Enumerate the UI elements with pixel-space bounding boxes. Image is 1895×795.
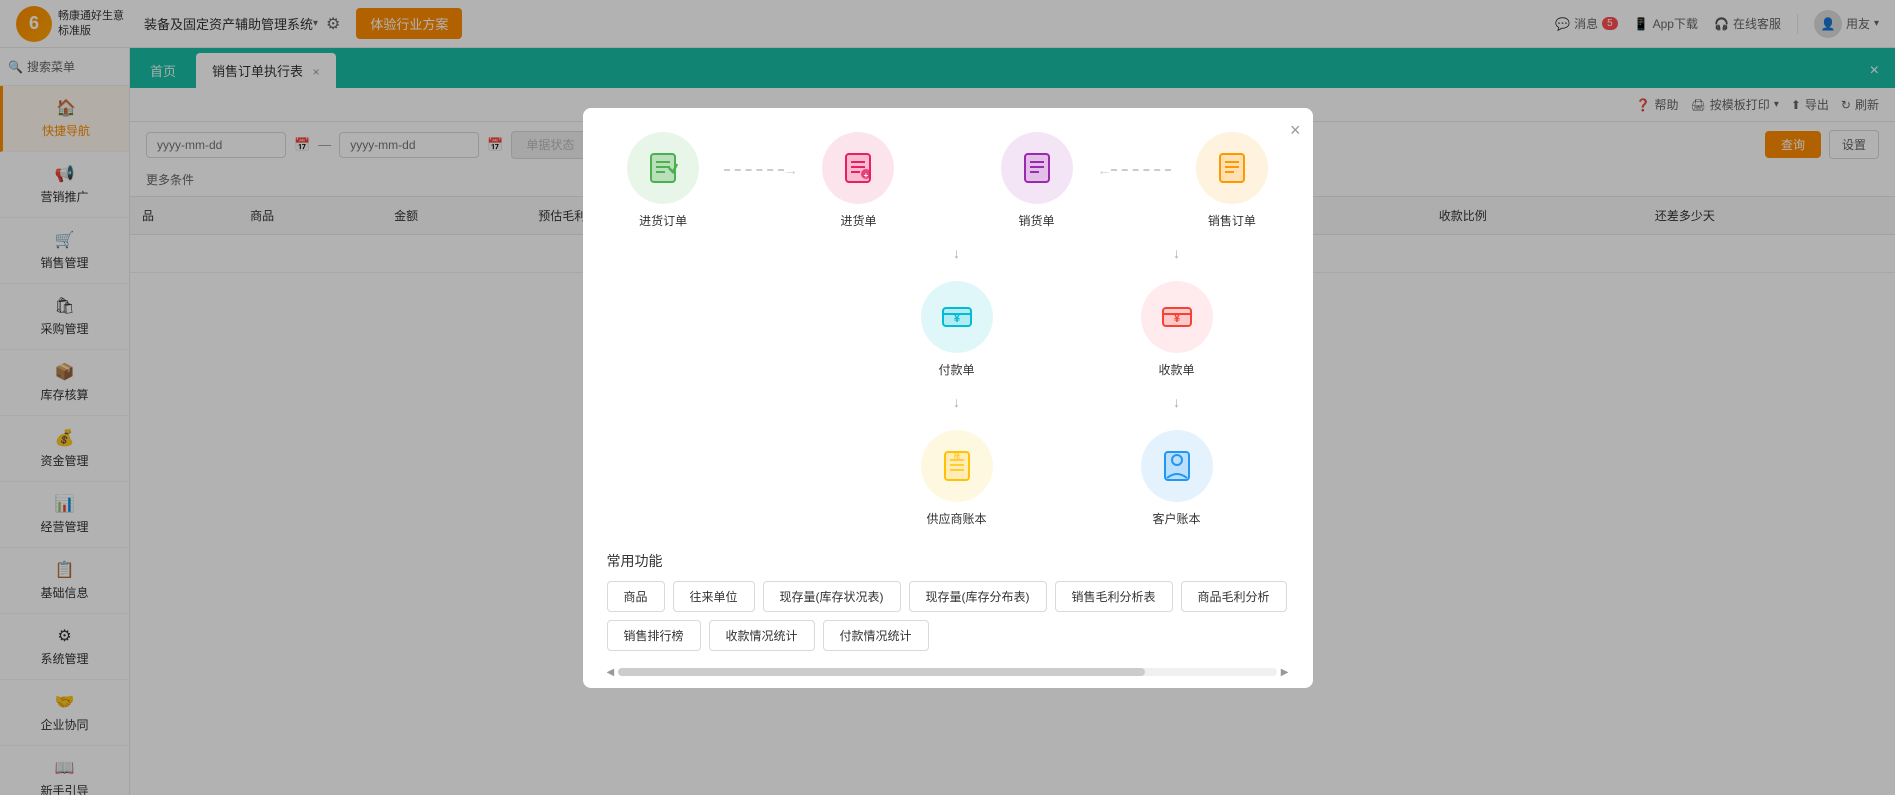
flow-node-payment-bill[interactable]: ¥ 付款单 — [887, 281, 1027, 378]
sales-bill-label: 销货单 — [1019, 212, 1055, 229]
flow-node-receipt-bill[interactable]: ¥ 收款单 — [1107, 281, 1247, 378]
scroll-thumb — [618, 668, 1145, 676]
flow-row-2: ¥ 付款单 ¥ — [607, 281, 1289, 378]
purchase-order-icon — [647, 152, 679, 184]
arrow-sales-order-to-bill: ← — [1093, 162, 1175, 178]
payment-bill-icon: ¥ — [941, 301, 973, 333]
arrow-down-receipt: ↓ — [1107, 394, 1247, 414]
purchase-order-label: 进货订单 — [639, 212, 687, 229]
modal-scroll-bar: ◀ ▶ — [607, 667, 1289, 678]
common-btn-product[interactable]: 商品 — [607, 581, 665, 612]
flow-arrows-down-2: ↓ ↓ — [607, 394, 1289, 414]
payment-bill-circle: ¥ — [921, 281, 993, 353]
flow-node-purchase-bill[interactable]: + 进货单 — [802, 132, 915, 229]
flow-arrows-down: ↓ ↓ — [607, 245, 1289, 265]
sales-bill-circle — [1001, 132, 1073, 204]
scroll-right-arrow[interactable]: ▶ — [1281, 667, 1289, 678]
flow-node-sales-bill[interactable]: 销货单 — [980, 132, 1093, 229]
common-btn-product-gross[interactable]: 商品毛利分析 — [1181, 581, 1287, 612]
modal-overlay[interactable]: × 进货订单 — [0, 0, 1895, 795]
receipt-bill-circle: ¥ — [1141, 281, 1213, 353]
arrow-down-payment: ↓ — [887, 394, 1027, 414]
sales-order-circle — [1196, 132, 1268, 204]
flow-section: 进货订单 → — [607, 132, 1289, 527]
sales-order-icon — [1216, 152, 1248, 184]
svg-text:账: 账 — [953, 451, 960, 460]
receipt-bill-icon: ¥ — [1161, 301, 1193, 333]
scroll-track[interactable] — [618, 668, 1277, 676]
customer-account-label: 客户账本 — [1152, 510, 1200, 527]
supplier-account-label: 供应商账本 — [926, 510, 986, 527]
arrow-down-sales-bill: ↓ — [1107, 245, 1247, 265]
flow-node-purchase-order[interactable]: 进货订单 — [607, 132, 720, 229]
purchase-bill-circle: + — [822, 132, 894, 204]
common-btn-sales-gross[interactable]: 销售毛利分析表 — [1055, 581, 1173, 612]
common-functions-section: 常用功能 商品 往来单位 现存量(库存状况表) 现存量(库存分布表) 销售毛利分… — [607, 551, 1289, 651]
flow-row-1: 进货订单 → — [607, 132, 1289, 229]
modal-dialog: × 进货订单 — [583, 108, 1313, 688]
flow-node-supplier-account[interactable]: 账 供应商账本 — [887, 430, 1027, 527]
common-functions-title: 常用功能 — [607, 551, 1289, 571]
supplier-account-circle: 账 — [921, 430, 993, 502]
purchase-bill-icon: + — [842, 152, 874, 184]
arrow-purchase-to-bill: → — [720, 162, 802, 178]
flow-node-sales-order[interactable]: 销售订单 — [1175, 132, 1288, 229]
modal-close-button[interactable]: × — [1290, 120, 1301, 141]
common-btn-stock-status[interactable]: 现存量(库存状况表) — [763, 581, 901, 612]
purchase-order-circle — [627, 132, 699, 204]
common-btn-sales-ranking[interactable]: 销售排行榜 — [607, 620, 701, 651]
common-btn-payment-stats[interactable]: 付款情况统计 — [823, 620, 929, 651]
common-buttons-container: 商品 往来单位 现存量(库存状况表) 现存量(库存分布表) 销售毛利分析表 商品… — [607, 581, 1289, 612]
flow-row-3: 账 供应商账本 客户 — [607, 430, 1289, 527]
arrow-down-purchase-bill: ↓ — [887, 245, 1027, 265]
common-btn-receipt-stats[interactable]: 收款情况统计 — [709, 620, 815, 651]
common-buttons-row2: 销售排行榜 收款情况统计 付款情况统计 — [607, 620, 1289, 651]
purchase-bill-label: 进货单 — [840, 212, 876, 229]
payment-bill-label: 付款单 — [938, 361, 974, 378]
common-btn-stock-dist[interactable]: 现存量(库存分布表) — [909, 581, 1047, 612]
scroll-left-arrow[interactable]: ◀ — [607, 667, 615, 678]
svg-text:+: + — [864, 171, 869, 180]
sales-order-label: 销售订单 — [1208, 212, 1256, 229]
flow-node-customer-account[interactable]: 客户账本 — [1107, 430, 1247, 527]
customer-account-circle — [1141, 430, 1213, 502]
common-btn-counterparty[interactable]: 往来单位 — [673, 581, 755, 612]
receipt-bill-label: 收款单 — [1158, 361, 1194, 378]
customer-account-icon — [1161, 450, 1193, 482]
supplier-account-icon: 账 — [941, 450, 973, 482]
sales-bill-icon — [1021, 152, 1053, 184]
